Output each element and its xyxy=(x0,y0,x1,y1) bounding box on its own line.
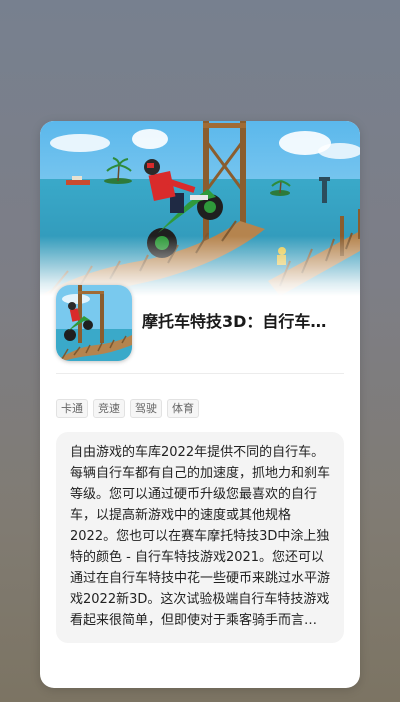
tag-driving[interactable]: 驾驶 xyxy=(130,399,162,418)
app-title[interactable]: 摩托车特技3D：自行车… xyxy=(142,308,350,332)
motorcycle-rider-icon xyxy=(56,285,132,361)
hero-banner xyxy=(40,121,360,296)
description-box[interactable]: 自由游戏的车库2022年提供不同的自行车。每辆自行车都有自己的加速度，抓地力和刹… xyxy=(56,432,344,643)
app-card[interactable]: 摩托车特技3D：自行车… 卡通 竞速 驾驶 体育 自由游戏的车库2022年提供不… xyxy=(40,121,360,688)
tag-racing[interactable]: 竞速 xyxy=(93,399,125,418)
tag-list: 卡通 竞速 驾驶 体育 xyxy=(56,399,199,418)
tag-sports[interactable]: 体育 xyxy=(167,399,199,418)
app-icon[interactable] xyxy=(56,285,132,361)
tag-cartoon[interactable]: 卡通 xyxy=(56,399,88,418)
description-text: 自由游戏的车库2022年提供不同的自行车。每辆自行车都有自己的加速度，抓地力和刹… xyxy=(70,445,330,628)
divider xyxy=(56,373,344,374)
